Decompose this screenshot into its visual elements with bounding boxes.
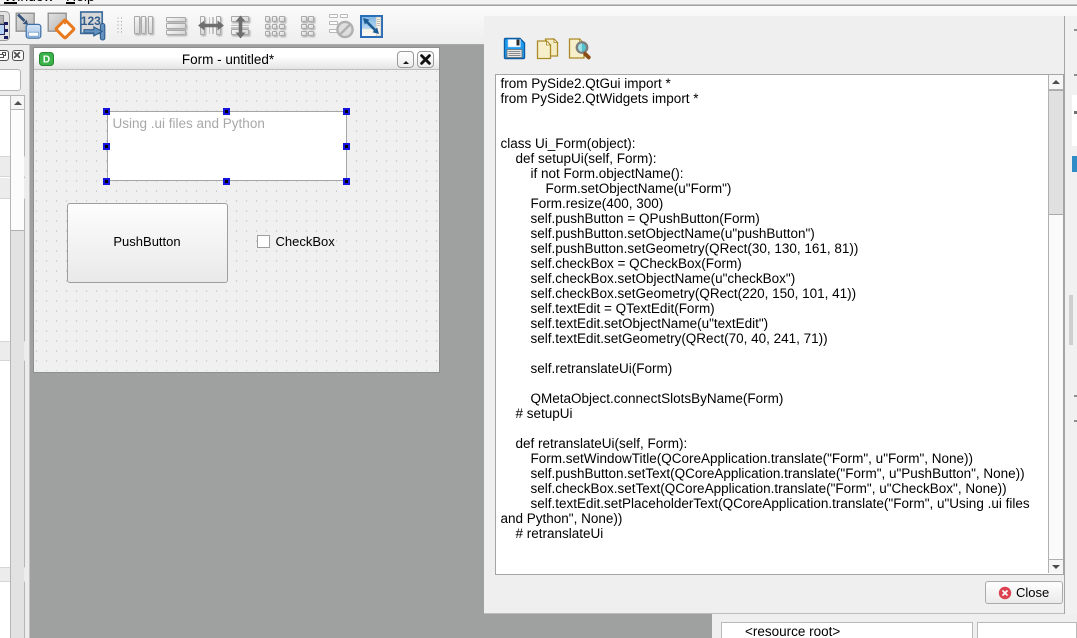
svg-text:D: D: [43, 55, 50, 66]
svg-text:123: 123: [81, 14, 101, 28]
